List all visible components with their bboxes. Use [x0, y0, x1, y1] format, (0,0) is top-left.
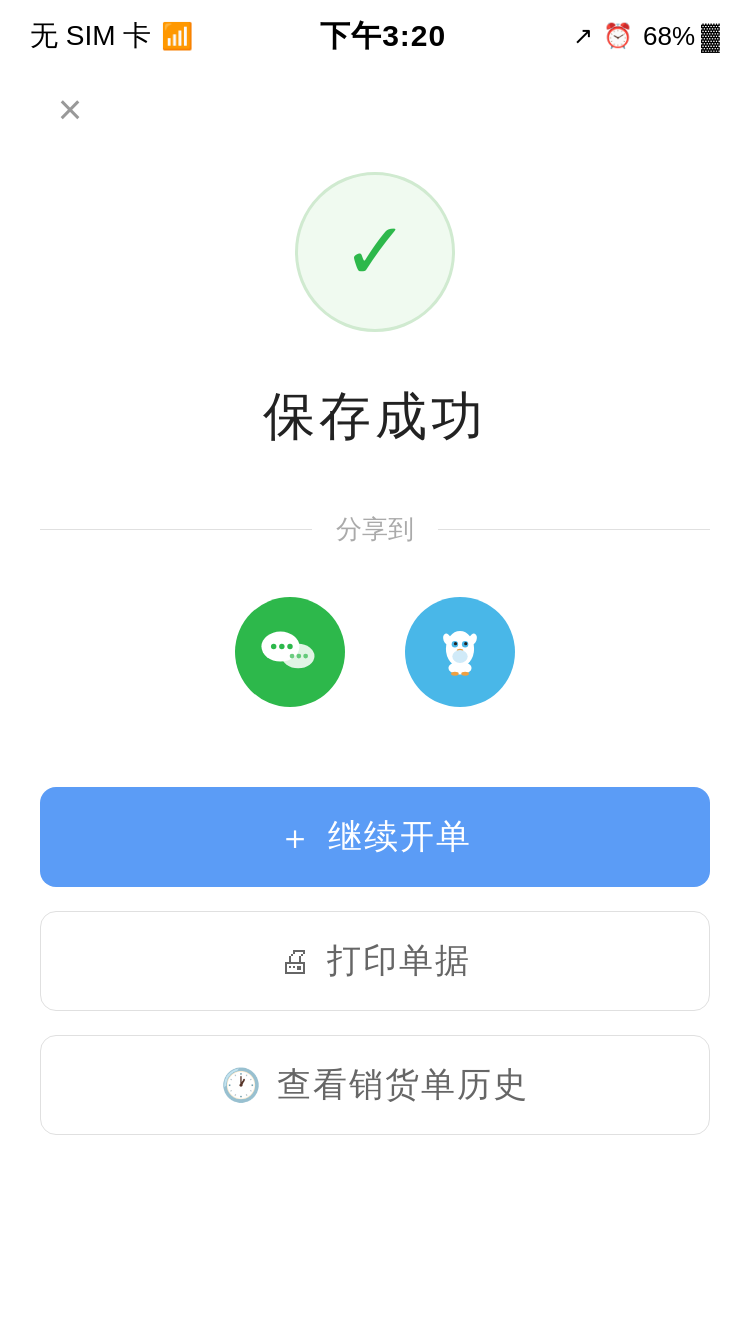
divider-left	[40, 529, 312, 530]
svg-point-4	[287, 644, 292, 649]
success-circle: ✓	[295, 172, 455, 332]
close-button[interactable]: ×	[40, 80, 100, 140]
print-icon: 🖨	[279, 945, 313, 977]
svg-point-15	[452, 650, 467, 663]
alarm-icon: ⏰	[603, 22, 633, 50]
plus-icon: ＋	[278, 820, 314, 854]
battery-percent: 68%	[643, 21, 695, 52]
svg-point-3	[279, 644, 284, 649]
main-content: ✓ 保存成功 分享到	[0, 72, 750, 1135]
share-icons	[235, 597, 515, 707]
status-left: 无 SIM 卡 📶	[30, 17, 193, 55]
battery-info: 68% ▓	[643, 21, 720, 52]
history-button[interactable]: 🕐 查看销货单历史	[40, 1035, 710, 1135]
qq-icon	[428, 620, 492, 684]
divider-right	[438, 529, 710, 530]
svg-point-5	[290, 654, 295, 659]
status-right: ↗ ⏰ 68% ▓	[573, 21, 720, 52]
svg-point-12	[454, 642, 457, 645]
continue-label: 继续开单	[328, 814, 472, 860]
svg-point-16	[451, 672, 459, 676]
qq-share-button[interactable]	[405, 597, 515, 707]
wifi-icon: 📶	[161, 21, 193, 52]
checkmark-icon: ✓	[342, 212, 409, 292]
location-icon: ↗	[573, 22, 593, 50]
no-sim-label: 无 SIM 卡	[30, 17, 151, 55]
action-buttons: ＋ 继续开单 🖨 打印单据 🕐 查看销货单历史	[0, 787, 750, 1135]
wechat-share-button[interactable]	[235, 597, 345, 707]
share-divider: 分享到	[0, 512, 750, 547]
svg-point-13	[464, 642, 467, 645]
history-icon: 🕐	[221, 1069, 263, 1101]
svg-point-7	[303, 654, 308, 659]
history-label: 查看销货单历史	[277, 1062, 529, 1108]
battery-icon: ▓	[701, 21, 720, 52]
svg-point-6	[296, 654, 301, 659]
status-bar: 无 SIM 卡 📶 下午3:20 ↗ ⏰ 68% ▓	[0, 0, 750, 72]
continue-button[interactable]: ＋ 继续开单	[40, 787, 710, 887]
print-button[interactable]: 🖨 打印单据	[40, 911, 710, 1011]
share-label: 分享到	[312, 512, 438, 547]
print-label: 打印单据	[327, 938, 471, 984]
success-title: 保存成功	[263, 382, 487, 452]
status-time: 下午3:20	[320, 16, 446, 57]
svg-point-2	[271, 644, 276, 649]
wechat-icon	[256, 618, 324, 686]
svg-point-17	[461, 672, 469, 676]
svg-point-9	[448, 662, 471, 675]
close-icon: ×	[58, 89, 83, 131]
